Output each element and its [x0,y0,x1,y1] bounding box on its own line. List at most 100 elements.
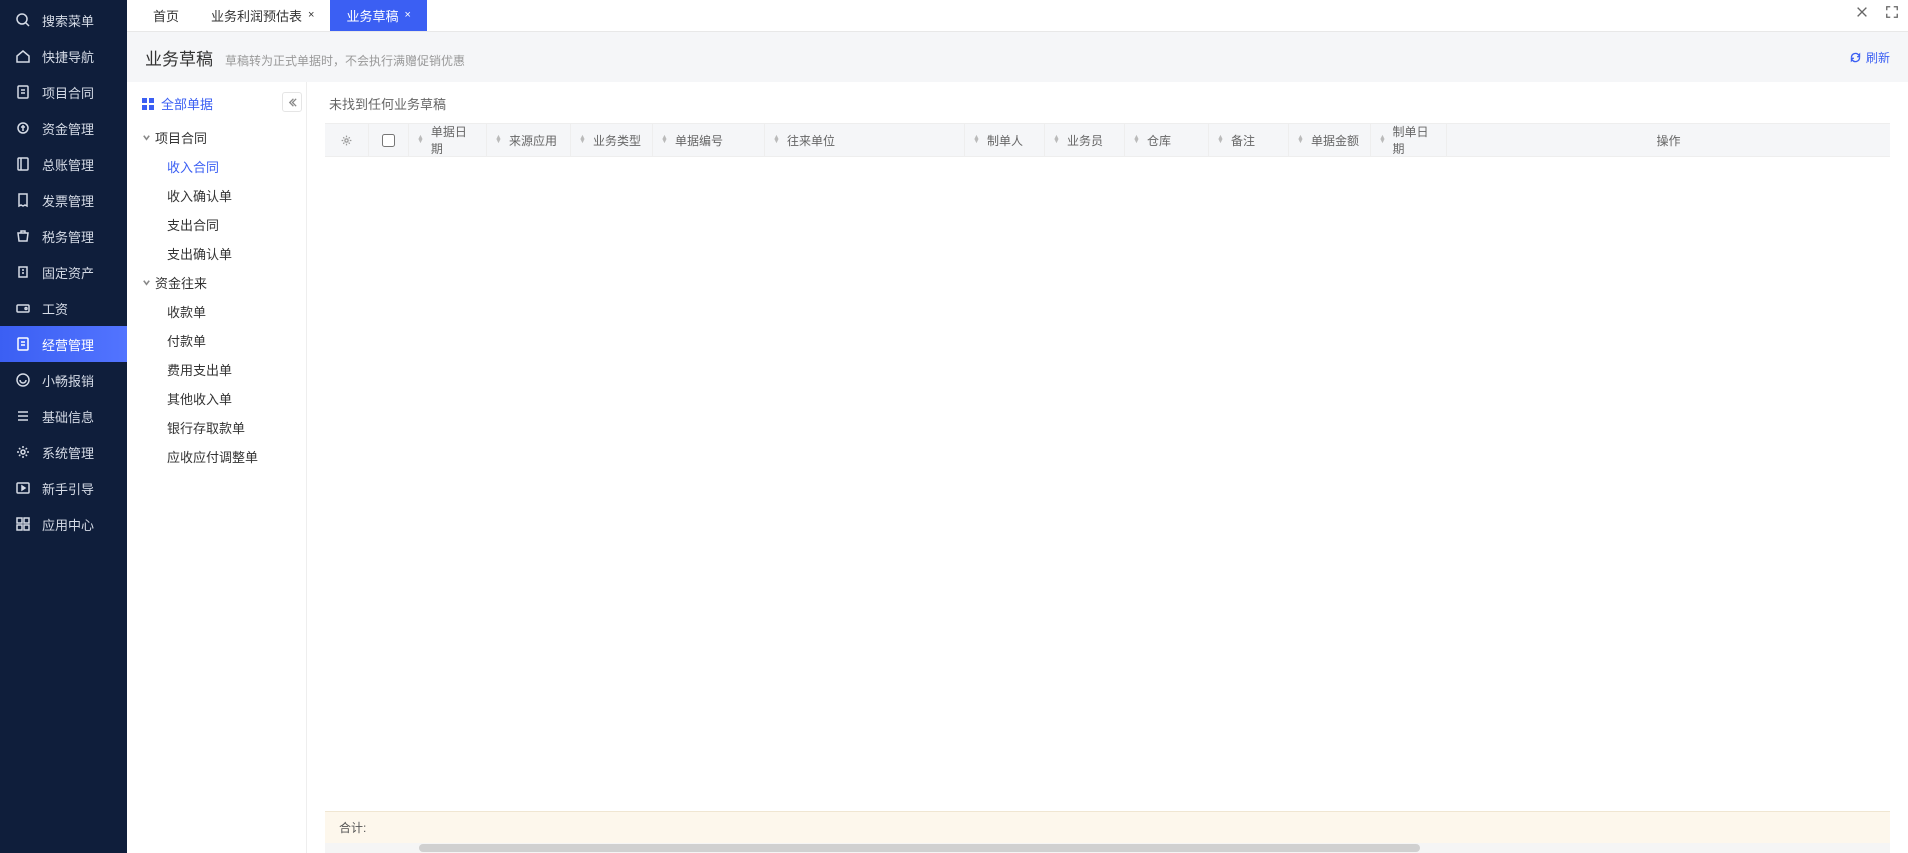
filter-item-bank-deposit[interactable]: 银行存取款单 [127,413,306,442]
sidebar-item-expense[interactable]: 小畅报销 [0,362,127,398]
sidebar-label: 工资 [42,299,68,318]
close-icon[interactable]: × [308,9,314,21]
sidebar-item-invoice[interactable]: 发票管理 [0,182,127,218]
tab-label: 业务利润预估表 [211,6,302,25]
sidebar-item-system[interactable]: 系统管理 [0,434,127,470]
sidebar-item-salary[interactable]: 工资 [0,290,127,326]
sidebar-item-tax[interactable]: 税务管理 [0,218,127,254]
column-remark[interactable]: 备注 [1209,124,1289,156]
tab-profit[interactable]: 业务利润预估表 × [195,0,330,31]
column-business-type[interactable]: 业务类型 [571,124,653,156]
tabs-bar: 首页 业务利润预估表 × 业务草稿 × [127,0,1908,32]
sidebar-label: 总账管理 [42,155,94,174]
filter-item-payment[interactable]: 付款单 [127,326,306,355]
sort-icon [1297,136,1307,144]
wallet-icon [14,299,32,317]
total-label: 合计: [339,819,366,836]
table-header: 单据日期 来源应用 业务类型 单据编号 往来单位 制单人 业务员 仓库 备注 单… [325,123,1890,157]
filter-item-fee-expense[interactable]: 费用支出单 [127,355,306,384]
filter-item-ar-ap-adjust[interactable]: 应收应付调整单 [127,442,306,471]
table-body [325,157,1890,811]
sidebar-item-project-contract[interactable]: 项目合同 [0,74,127,110]
coin-icon [14,119,32,137]
sidebar-item-basic[interactable]: 基础信息 [0,398,127,434]
sort-icon [495,136,505,144]
column-doc-date[interactable]: 单据日期 [409,124,487,156]
gear-icon [14,443,32,461]
column-maker[interactable]: 制单人 [965,124,1045,156]
page-subtitle: 草稿转为正式单据时，不会执行满赠促销优惠 [225,52,465,69]
sidebar-item-guide[interactable]: 新手引导 [0,470,127,506]
search-icon [14,11,32,29]
chevron-down-icon [141,278,151,288]
filter-item-income-contract[interactable]: 收入合同 [127,152,306,181]
chevron-down-icon [141,133,151,143]
sort-icon [773,136,783,144]
sidebar-item-operation[interactable]: 经营管理 [0,326,127,362]
filter-item-receipt[interactable]: 收款单 [127,297,306,326]
book-icon [14,155,32,173]
sort-icon [579,136,589,144]
sidebar-item-fund[interactable]: 资金管理 [0,110,127,146]
sort-icon [1133,136,1143,144]
filter-item-expense-confirm[interactable]: 支出确认单 [127,239,306,268]
sidebar-item-fixed-asset[interactable]: 固定资产 [0,254,127,290]
building-icon [14,263,32,281]
chevron-left-icon [287,97,298,108]
sidebar-label: 发票管理 [42,191,94,210]
sort-icon [1379,136,1388,144]
sidebar-label: 搜索菜单 [42,11,94,30]
tab-home[interactable]: 首页 [137,0,195,31]
filter-group-label: 项目合同 [155,128,207,147]
close-icon[interactable]: × [404,9,410,21]
column-doc-no[interactable]: 单据编号 [653,124,765,156]
column-warehouse[interactable]: 仓库 [1125,124,1209,156]
horizontal-scrollbar[interactable] [325,843,1890,853]
sidebar-label: 应用中心 [42,515,94,534]
tab-draft[interactable]: 业务草稿 × [330,0,426,31]
refresh-label: 刷新 [1866,49,1890,66]
column-source-app[interactable]: 来源应用 [487,124,571,156]
sidebar-item-appstore[interactable]: 应用中心 [0,506,127,542]
column-salesperson[interactable]: 业务员 [1045,124,1125,156]
fullscreen-button[interactable] [1884,4,1900,20]
close-button[interactable] [1854,4,1870,20]
page-header: 业务草稿 草稿转为正式单据时，不会执行满赠促销优惠 刷新 [127,32,1908,82]
empty-message: 未找到任何业务草稿 [325,92,1890,123]
sidebar-label: 资金管理 [42,119,94,138]
select-all-checkbox[interactable] [382,134,395,147]
document-icon [14,83,32,101]
column-settings-button[interactable] [325,124,369,156]
collapse-panel-button[interactable] [282,92,302,112]
main-sidebar: 搜索菜单 快捷导航 项目合同 资金管理 总账管理 发票管理 税务管理 固定资产 [0,0,127,853]
column-counterparty[interactable]: 往来单位 [765,124,965,156]
refresh-icon [1849,51,1862,64]
scrollbar-thumb[interactable] [419,844,1421,852]
sidebar-label: 固定资产 [42,263,94,282]
sidebar-item-quicknav[interactable]: 快捷导航 [0,38,127,74]
sidebar-item-ledger[interactable]: 总账管理 [0,146,127,182]
sidebar-label: 经营管理 [42,335,94,354]
table-area: 未找到任何业务草稿 单据日期 来源应用 业务类型 单据编号 往来单位 [307,82,1908,853]
filter-all-docs[interactable]: 全部单据 [127,94,306,123]
sidebar-label: 系统管理 [42,443,94,462]
column-make-date[interactable]: 制单日期 [1371,124,1447,156]
clipboard-icon [14,335,32,353]
column-action: 操作 [1447,124,1890,156]
expense-icon [14,371,32,389]
filter-item-income-confirm[interactable]: 收入确认单 [127,181,306,210]
sort-icon [661,136,671,144]
total-row: 合计: [325,811,1890,843]
refresh-button[interactable]: 刷新 [1849,49,1890,66]
filter-panel: 全部单据 项目合同 收入合同 收入确认单 支出合同 支出确认单 资金往来 [127,82,307,853]
receipt-icon [14,191,32,209]
column-doc-amount[interactable]: 单据金额 [1289,124,1371,156]
sidebar-item-search[interactable]: 搜索菜单 [0,2,127,38]
list-icon [14,407,32,425]
home-icon [14,47,32,65]
filter-group-fund-flow[interactable]: 资金往来 [127,268,306,297]
filter-group-project-contract[interactable]: 项目合同 [127,123,306,152]
filter-item-expense-contract[interactable]: 支出合同 [127,210,306,239]
filter-item-other-income[interactable]: 其他收入单 [127,384,306,413]
sidebar-label: 税务管理 [42,227,94,246]
